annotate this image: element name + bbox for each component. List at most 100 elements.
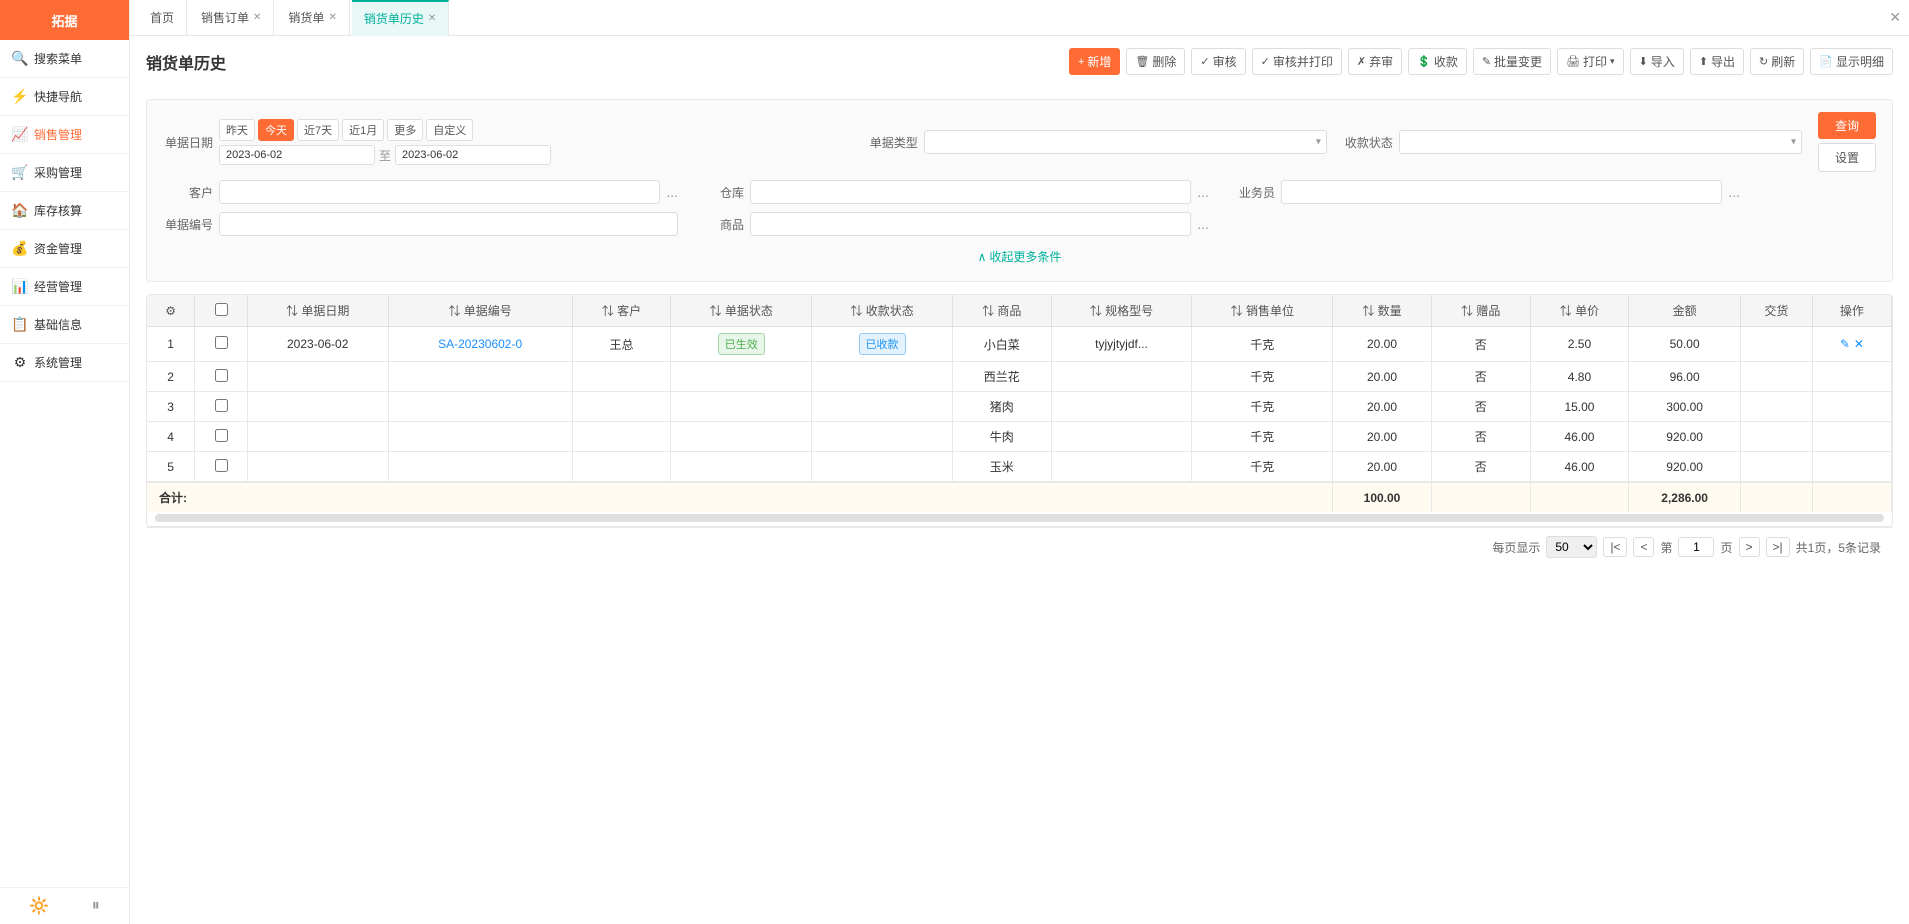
refresh-button[interactable]: ↻ 刷新	[1750, 48, 1804, 75]
col-settings[interactable]: ⚙	[147, 295, 195, 327]
doc-no[interactable]	[388, 362, 572, 392]
staff-ellipsis[interactable]: ...	[1728, 184, 1740, 200]
row-checkbox-input[interactable]	[215, 336, 228, 349]
goods-input[interactable]	[750, 212, 1191, 236]
close-all-tabs[interactable]: ✕	[1889, 9, 1901, 26]
select-all-checkbox[interactable]	[215, 303, 228, 316]
actions[interactable]	[1812, 422, 1891, 452]
sidebar-item-purchase-mgmt[interactable]: 🛒 采购管理	[0, 154, 129, 192]
actions[interactable]	[1812, 452, 1891, 483]
col-unit-price[interactable]: ⇅ 单价	[1530, 295, 1629, 327]
date-quick-more[interactable]: 更多	[387, 119, 423, 141]
last-page-button[interactable]: >|	[1766, 537, 1790, 557]
col-doc-date[interactable]: ⇅ 单据日期	[247, 295, 388, 327]
row-checkbox-input[interactable]	[215, 429, 228, 442]
audit-print-button[interactable]: ✓ 审核并打印	[1252, 48, 1342, 75]
date-quick-7days[interactable]: 近7天	[297, 119, 339, 141]
col-gift[interactable]: ⇅ 赠品	[1431, 295, 1530, 327]
sidebar-item-finance[interactable]: 💰 资金管理	[0, 230, 129, 268]
close-sales-history-tab[interactable]: ✕	[428, 13, 436, 24]
col-customer[interactable]: ⇅ 客户	[572, 295, 671, 327]
delete-button[interactable]: 🗑 删除	[1126, 48, 1185, 75]
table-row: 12023-06-02SA-20230602-0王总已生效已收款小白菜tyjyj…	[147, 327, 1892, 362]
doc-no[interactable]	[388, 422, 572, 452]
date-from-input[interactable]	[219, 145, 375, 165]
row-checkbox-input[interactable]	[215, 459, 228, 472]
row-checkbox[interactable]	[195, 327, 248, 362]
col-spec[interactable]: ⇅ 规格型号	[1051, 295, 1192, 327]
warehouse-ellipsis[interactable]: ...	[1197, 184, 1209, 200]
edit-action[interactable]: ✎	[1840, 337, 1850, 351]
tab-sales-history[interactable]: 销货单历史 ✕	[352, 0, 449, 36]
doc-type-select[interactable]	[924, 130, 1327, 154]
row-checkbox-input[interactable]	[215, 369, 228, 382]
sidebar-item-basic-info[interactable]: 📋 基础信息	[0, 306, 129, 344]
sidebar-item-sys-mgmt[interactable]: ⚙ 系统管理	[0, 344, 129, 382]
print-button[interactable]: 🖨 打印 ▾	[1557, 48, 1624, 75]
doc-no[interactable]: SA-20230602-0	[388, 327, 572, 362]
date-quick-custom[interactable]: 自定义	[426, 119, 473, 141]
doc-no[interactable]	[388, 452, 572, 483]
col-doc-no[interactable]: ⇅ 单据编号	[388, 295, 572, 327]
goods-ellipsis[interactable]: ...	[1197, 216, 1209, 232]
date-quick-today[interactable]: 今天	[258, 119, 294, 141]
col-goods[interactable]: ⇅ 商品	[952, 295, 1051, 327]
audit-button[interactable]: ✓ 审核	[1191, 48, 1245, 75]
per-page-select[interactable]: 50 100 200	[1546, 536, 1597, 558]
actions[interactable]: ✎✕	[1812, 327, 1891, 362]
col-collect-status[interactable]: ⇅ 收款状态	[812, 295, 953, 327]
show-detail-button[interactable]: 📄 显示明细	[1810, 48, 1893, 75]
actions[interactable]	[1812, 362, 1891, 392]
sidebar-bottom-icon1[interactable]: 🔆	[29, 896, 49, 916]
col-doc-status[interactable]: ⇅ 单据状态	[671, 295, 812, 327]
row-checkbox-input[interactable]	[215, 399, 228, 412]
collect-status-select[interactable]	[1399, 130, 1802, 154]
date-to-input[interactable]	[395, 145, 551, 165]
doc-no[interactable]	[388, 392, 572, 422]
row-checkbox[interactable]	[195, 452, 248, 483]
page-number-input[interactable]	[1678, 537, 1714, 557]
tab-sales-goods[interactable]: 销货单 ✕	[276, 0, 349, 36]
sidebar-item-search-menu[interactable]: 🔍 搜索菜单	[0, 40, 129, 78]
setting-button[interactable]: 设置	[1818, 143, 1876, 172]
sidebar-item-sales-mgmt[interactable]: 📈 销售管理	[0, 116, 129, 154]
refresh-icon: ↻	[1759, 55, 1768, 68]
next-page-button[interactable]: >	[1739, 537, 1760, 557]
tab-home[interactable]: 首页	[138, 0, 187, 36]
horizontal-scrollbar[interactable]	[155, 514, 1884, 522]
export-button[interactable]: ⬆ 导出	[1690, 48, 1744, 75]
new-button[interactable]: + 新增	[1069, 48, 1120, 75]
sidebar-item-ops-mgmt[interactable]: 📊 经营管理	[0, 268, 129, 306]
doc-no-link[interactable]: SA-20230602-0	[438, 337, 522, 351]
row-checkbox[interactable]	[195, 392, 248, 422]
delete-action[interactable]: ✕	[1854, 337, 1864, 351]
customer-ellipsis[interactable]: ...	[666, 184, 678, 200]
date-quick-1month[interactable]: 近1月	[342, 119, 384, 141]
actions[interactable]	[1812, 392, 1891, 422]
sidebar-bottom-icon2[interactable]: ⏸	[92, 897, 100, 915]
staff-input[interactable]	[1281, 180, 1722, 204]
prev-page-button[interactable]: <	[1633, 537, 1654, 557]
sidebar-item-inventory[interactable]: 🏠 库存核算	[0, 192, 129, 230]
sidebar-item-quick-nav[interactable]: ⚡ 快捷导航	[0, 78, 129, 116]
col-unit[interactable]: ⇅ 销售单位	[1192, 295, 1333, 327]
doc-no-input[interactable]	[219, 212, 678, 236]
status-badge: 已收款	[859, 333, 906, 355]
collapse-button[interactable]: ∧ 收起更多条件	[974, 244, 1066, 269]
batch-change-button[interactable]: ✎ 批量变更	[1473, 48, 1551, 75]
row-checkbox[interactable]	[195, 362, 248, 392]
row-checkbox[interactable]	[195, 422, 248, 452]
tab-sales-order[interactable]: 销售订单 ✕	[189, 0, 274, 36]
close-sales-order-tab[interactable]: ✕	[253, 12, 261, 23]
first-page-button[interactable]: |<	[1603, 537, 1627, 557]
date-quick-yesterday[interactable]: 昨天	[219, 119, 255, 141]
col-qty[interactable]: ⇅ 数量	[1333, 295, 1432, 327]
import-button[interactable]: ⬇ 导入	[1630, 48, 1684, 75]
doc-status	[671, 422, 812, 452]
query-button[interactable]: 查询	[1818, 112, 1876, 139]
customer-input[interactable]	[219, 180, 660, 204]
discard-button[interactable]: ✗ 弃审	[1348, 48, 1402, 75]
warehouse-input[interactable]	[750, 180, 1191, 204]
collect-button[interactable]: 💲 收款	[1408, 48, 1467, 75]
close-sales-goods-tab[interactable]: ✕	[328, 12, 336, 23]
